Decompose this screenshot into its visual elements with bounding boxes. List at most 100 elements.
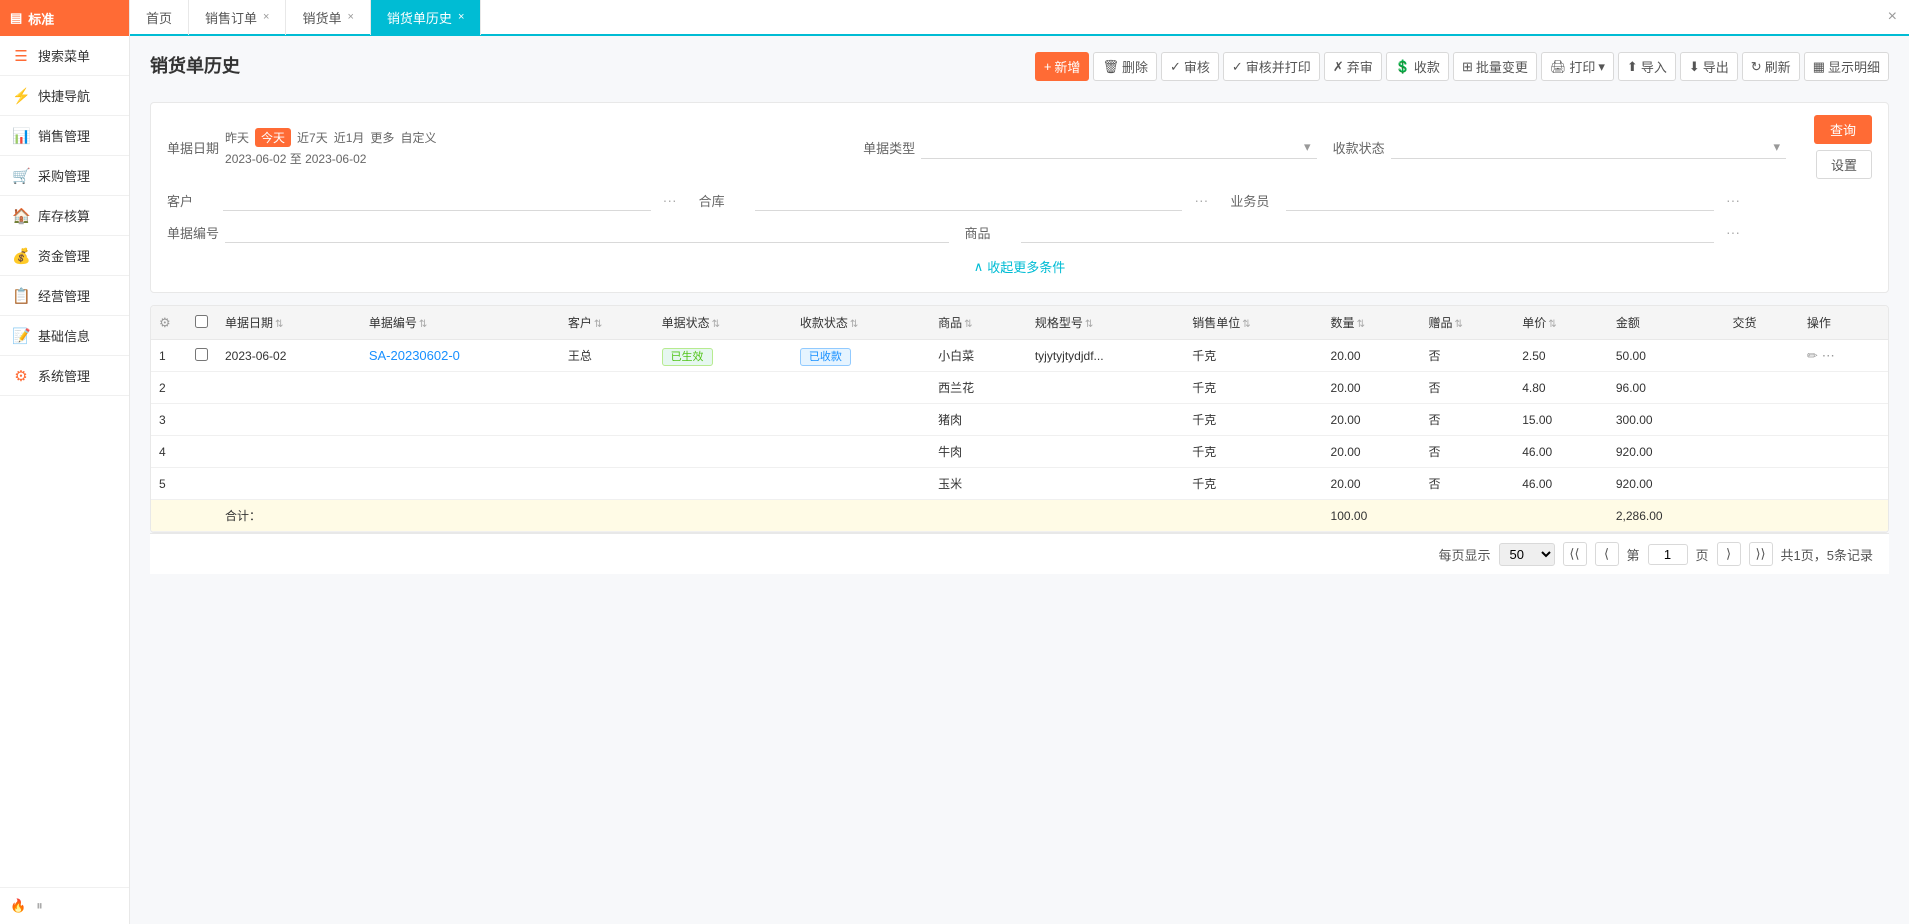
filter-settings-button[interactable]: 设置 bbox=[1816, 150, 1872, 179]
next-page-btn[interactable]: ⟩ bbox=[1717, 542, 1741, 566]
payment-status-select[interactable]: ▾ bbox=[1391, 136, 1786, 159]
date-tab-7days[interactable]: 近7天 bbox=[297, 129, 328, 146]
warehouse-input[interactable] bbox=[755, 189, 1183, 211]
footer-fire-icon[interactable]: 🔥 bbox=[10, 898, 26, 914]
warehouse-dots[interactable]: ··· bbox=[1188, 190, 1214, 210]
delete-button[interactable]: 🗑 删除 bbox=[1093, 52, 1157, 81]
customer-input[interactable] bbox=[223, 189, 651, 211]
col-goods[interactable]: 商品⇅ bbox=[930, 306, 1027, 340]
goods-dots[interactable]: ··· bbox=[1720, 222, 1746, 242]
audit-print-icon: ✓ bbox=[1232, 59, 1243, 75]
cell-spec-4 bbox=[1027, 468, 1184, 500]
sidebar-item-quick-nav[interactable]: ⚡ 快捷导航 bbox=[0, 76, 129, 116]
sidebar-item-search-menu[interactable]: ☰ 搜索菜单 bbox=[0, 36, 129, 76]
audit-print-button[interactable]: ✓ 审核并打印 bbox=[1223, 52, 1320, 81]
window-close-btn[interactable]: × bbox=[1876, 8, 1909, 26]
col-unit[interactable]: 销售单位⇅ bbox=[1184, 306, 1322, 340]
col-doc-status[interactable]: 单据状态⇅ bbox=[654, 306, 792, 340]
date-tab-more[interactable]: 更多 bbox=[370, 129, 394, 146]
refresh-button[interactable]: ↻ 刷新 bbox=[1742, 52, 1800, 81]
goods-input[interactable] bbox=[1021, 221, 1715, 243]
table-row: 4 牛肉 千克 20.00 否 46.00 920.00 bbox=[151, 436, 1888, 468]
edit-icon[interactable]: ✏ bbox=[1807, 348, 1818, 363]
sidebar-item-finance[interactable]: 💰 资金管理 bbox=[0, 236, 129, 276]
batch-change-button[interactable]: ⊞ 批量变更 bbox=[1453, 52, 1537, 81]
collapse-chevron-icon: ∧ bbox=[974, 259, 984, 275]
more-icon[interactable]: ⋯ bbox=[1822, 348, 1835, 363]
cell-qty-2: 20.00 bbox=[1323, 404, 1421, 436]
tab-sales-order-close[interactable]: × bbox=[263, 11, 269, 23]
footer-pause-icon[interactable]: ⏸ bbox=[36, 898, 43, 914]
select-all-checkbox[interactable] bbox=[195, 315, 208, 328]
col-price[interactable]: 单价⇅ bbox=[1514, 306, 1608, 340]
print-button[interactable]: 🖨 打印 ▾ bbox=[1541, 52, 1614, 81]
sidebar-item-ops-mgmt[interactable]: 📋 经营管理 bbox=[0, 276, 129, 316]
table-settings-icon[interactable]: ⚙ bbox=[159, 315, 171, 330]
filter-doc-type: 单据类型 ▾ bbox=[863, 136, 1316, 159]
sort-doc-no-icon: ⇅ bbox=[419, 319, 427, 330]
last-page-btn[interactable]: ⟩⟩ bbox=[1749, 542, 1773, 566]
page-size-select[interactable]: 50 100 200 bbox=[1499, 543, 1555, 566]
tab-sales-history-label: 销货单历史 bbox=[387, 8, 452, 27]
sidebar-item-sales-mgmt[interactable]: 📊 销售管理 bbox=[0, 116, 129, 156]
cell-goods-4: 玉米 bbox=[930, 468, 1027, 500]
cell-cb-1 bbox=[187, 372, 217, 404]
sidebar-item-inventory[interactable]: 🏠 库存核算 bbox=[0, 196, 129, 236]
export-button[interactable]: ⬇ 导出 bbox=[1680, 52, 1738, 81]
sort-gift-icon: ⇅ bbox=[1455, 319, 1463, 330]
date-tab-today[interactable]: 今天 bbox=[255, 128, 291, 147]
cell-doc-status-2 bbox=[654, 404, 792, 436]
staff-dots[interactable]: ··· bbox=[1720, 190, 1746, 210]
collect-button[interactable]: 💲 收款 bbox=[1386, 52, 1449, 81]
page-number-input[interactable] bbox=[1648, 544, 1688, 565]
sidebar-item-sys-mgmt[interactable]: ⚙ 系统管理 bbox=[0, 356, 129, 396]
col-payment-status[interactable]: 收款状态⇅ bbox=[792, 306, 930, 340]
doc-type-select[interactable]: ▾ bbox=[921, 136, 1316, 159]
customer-label: 客户 bbox=[167, 191, 217, 210]
col-gift[interactable]: 赠品⇅ bbox=[1421, 306, 1515, 340]
staff-input[interactable] bbox=[1286, 189, 1714, 211]
tab-sales-history-close[interactable]: × bbox=[458, 11, 464, 23]
audit-button[interactable]: ✓ 审核 bbox=[1161, 52, 1219, 81]
collapse-button[interactable]: ∧ 收起更多条件 bbox=[962, 253, 1078, 280]
show-details-button[interactable]: ▦ 显示明细 bbox=[1804, 52, 1889, 81]
table-header-row: ⚙ 单据日期⇅ 单据编号⇅ 客户⇅ 单据状态⇅ 收款状态⇅ 商品⇅ 规格型号⇅ … bbox=[151, 306, 1888, 340]
date-tab-1month[interactable]: 近1月 bbox=[334, 129, 365, 146]
filter-warehouse: 合库 ··· bbox=[699, 189, 1215, 211]
cell-qty-1: 20.00 bbox=[1323, 372, 1421, 404]
payment-status-label: 收款状态 bbox=[1333, 138, 1385, 157]
cell-goods-1: 西兰花 bbox=[930, 372, 1027, 404]
sidebar-item-purchase-mgmt[interactable]: 🛒 采购管理 bbox=[0, 156, 129, 196]
col-customer[interactable]: 客户⇅ bbox=[560, 306, 654, 340]
sidebar-item-label: 资金管理 bbox=[38, 246, 90, 265]
query-button[interactable]: 查询 bbox=[1814, 115, 1872, 144]
new-icon: + bbox=[1044, 59, 1052, 74]
col-qty[interactable]: 数量⇅ bbox=[1323, 306, 1421, 340]
tab-home[interactable]: 首页 bbox=[130, 0, 189, 35]
import-button[interactable]: ⬆ 导入 bbox=[1618, 52, 1676, 81]
col-doc-date[interactable]: 单据日期⇅ bbox=[217, 306, 361, 340]
col-spec[interactable]: 规格型号⇅ bbox=[1027, 306, 1184, 340]
tab-sales-history[interactable]: 销货单历史 × bbox=[371, 0, 481, 35]
col-doc-no[interactable]: 单据编号⇅ bbox=[361, 306, 560, 340]
cell-action-1 bbox=[1799, 372, 1888, 404]
cell-customer-0: 王总 bbox=[560, 340, 654, 372]
prev-page-btn[interactable]: ⟨ bbox=[1595, 542, 1619, 566]
date-tab-yesterday[interactable]: 昨天 bbox=[225, 129, 249, 146]
tab-sales-order[interactable]: 销售订单 × bbox=[189, 0, 286, 35]
sort-spec-icon: ⇅ bbox=[1085, 319, 1093, 330]
date-range-display: 2023-06-02 至 2023-06-02 bbox=[225, 150, 847, 167]
cell-doc-date-4 bbox=[217, 468, 361, 500]
tab-sales-delivery[interactable]: 销货单 × bbox=[286, 0, 370, 35]
customer-dots[interactable]: ··· bbox=[657, 190, 683, 210]
doc-no-input[interactable] bbox=[225, 221, 948, 243]
sidebar-item-basic-info[interactable]: 📝 基础信息 bbox=[0, 316, 129, 356]
date-tab-custom[interactable]: 自定义 bbox=[400, 129, 436, 146]
abandon-button[interactable]: ✗ 弃审 bbox=[1324, 52, 1382, 81]
data-table: ⚙ 单据日期⇅ 单据编号⇅ 客户⇅ 单据状态⇅ 收款状态⇅ 商品⇅ 规格型号⇅ … bbox=[151, 306, 1888, 532]
first-page-btn[interactable]: ⟨⟨ bbox=[1563, 542, 1587, 566]
tab-sales-delivery-close[interactable]: × bbox=[347, 11, 353, 23]
page-of-word: 页 bbox=[1696, 545, 1709, 564]
new-button[interactable]: + 新增 bbox=[1035, 52, 1090, 81]
sort-qty-icon: ⇅ bbox=[1357, 319, 1365, 330]
